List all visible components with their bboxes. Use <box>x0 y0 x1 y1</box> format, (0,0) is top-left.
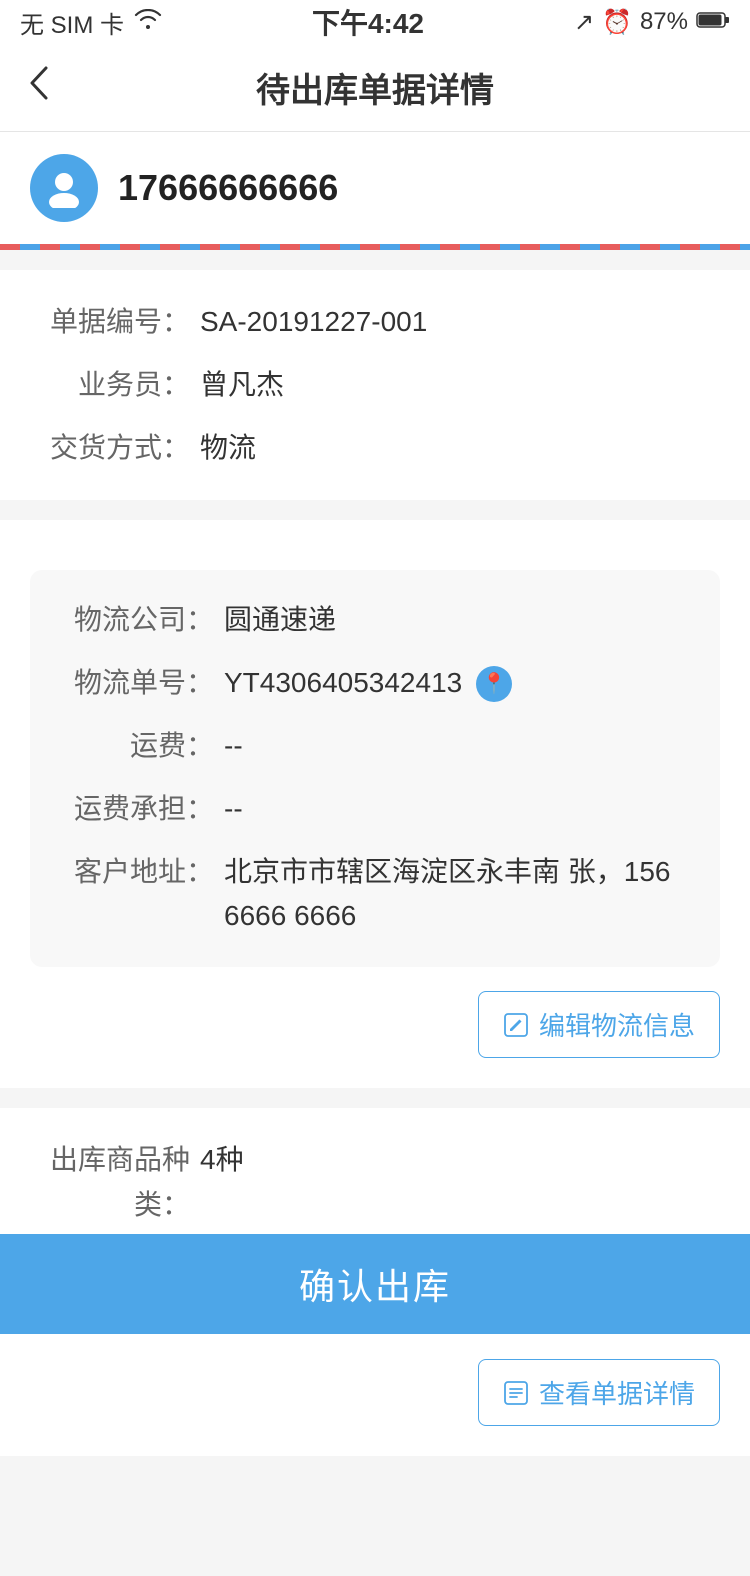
carrier-label: 无 SIM 卡 <box>20 5 124 40</box>
sales-person-value: 曾凡杰 <box>200 363 720 408</box>
confirm-bar: 确认出库 <box>0 1234 750 1334</box>
logistics-company-label: 物流公司： <box>54 598 214 643</box>
freight-value: -- <box>224 724 696 769</box>
logistics-company-value: 圆通速递 <box>224 598 696 643</box>
nav-bar: 待出库单据详情 <box>0 44 750 132</box>
freight-label: 运费： <box>54 724 214 769</box>
confirm-button-label: 确认出库 <box>299 1266 451 1307</box>
battery-icon <box>696 8 730 36</box>
status-right: ↗ ⏰ 87% <box>574 8 730 37</box>
edit-logistics-label: 编辑物流信息 <box>539 1006 695 1043</box>
address-value: 北京市市辖区海淀区永丰南 张，156 6666 6666 <box>224 850 696 940</box>
edit-icon <box>503 1012 529 1038</box>
logistics-box: 物流公司： 圆通速递 物流单号： YT4306405342413 运费： -- … <box>30 570 720 967</box>
freight-bear-label: 运费承担： <box>54 787 214 832</box>
page-title: 待出库单据详情 <box>256 63 494 112</box>
delivery-method-label: 交货方式： <box>30 426 190 471</box>
view-detail-row: 查看单据详情 <box>30 1359 720 1426</box>
freight-row: 运费： -- <box>54 724 696 769</box>
back-button[interactable] <box>28 64 50 111</box>
order-info-section: 单据编号： SA-20191227-001 业务员： 曾凡杰 交货方式： 物流 <box>0 270 750 500</box>
view-detail-label: 查看单据详情 <box>539 1374 695 1411</box>
address-label: 客户地址： <box>54 850 214 895</box>
freight-bear-value: -- <box>224 787 696 832</box>
order-number-row: 单据编号： SA-20191227-001 <box>30 300 720 345</box>
bottom-spacer <box>0 1456 750 1576</box>
goods-type-value: 4种 <box>200 1138 720 1183</box>
tracking-value: YT4306405342413 <box>224 661 696 706</box>
customer-phone: 17666666666 <box>118 167 338 209</box>
confirm-button[interactable]: 确认出库 <box>299 1258 451 1310</box>
logistics-company-row: 物流公司： 圆通速递 <box>54 598 696 643</box>
edit-logistics-row: 编辑物流信息 <box>30 991 720 1058</box>
alarm-icon: ⏰ <box>602 8 632 37</box>
tracking-number: YT4306405342413 <box>224 661 462 706</box>
sales-person-label: 业务员： <box>30 363 190 408</box>
status-left: 无 SIM 卡 <box>20 5 162 40</box>
status-bar: 无 SIM 卡 下午4:42 ↗ ⏰ 87% <box>0 0 750 44</box>
status-time: 下午4:42 <box>312 2 424 42</box>
tracking-label: 物流单号： <box>54 661 214 706</box>
order-number-label: 单据编号： <box>30 300 190 345</box>
edit-logistics-button[interactable]: 编辑物流信息 <box>478 991 720 1058</box>
order-number-value: SA-20191227-001 <box>200 300 720 345</box>
list-icon <box>503 1380 529 1406</box>
battery-level: 87% <box>640 8 688 36</box>
freight-bear-row: 运费承担： -- <box>54 787 696 832</box>
goods-type-row: 出库商品种类： 4种 <box>30 1138 720 1228</box>
location-arrow-icon: ↗ <box>574 8 594 37</box>
tracking-location-icon[interactable] <box>476 666 512 702</box>
dashed-divider <box>0 244 750 250</box>
logistics-section: 物流公司： 圆通速递 物流单号： YT4306405342413 运费： -- … <box>0 520 750 1088</box>
wifi-icon <box>134 8 162 36</box>
delivery-method-row: 交货方式： 物流 <box>30 426 720 471</box>
customer-header: 17666666666 <box>0 132 750 244</box>
sales-person-row: 业务员： 曾凡杰 <box>30 363 720 408</box>
goods-type-label: 出库商品种类： <box>30 1138 190 1228</box>
tracking-row: 物流单号： YT4306405342413 <box>54 661 696 706</box>
address-row: 客户地址： 北京市市辖区海淀区永丰南 张，156 6666 6666 <box>54 850 696 940</box>
delivery-method-value: 物流 <box>200 426 720 471</box>
avatar <box>30 154 98 222</box>
view-detail-button[interactable]: 查看单据详情 <box>478 1359 720 1426</box>
